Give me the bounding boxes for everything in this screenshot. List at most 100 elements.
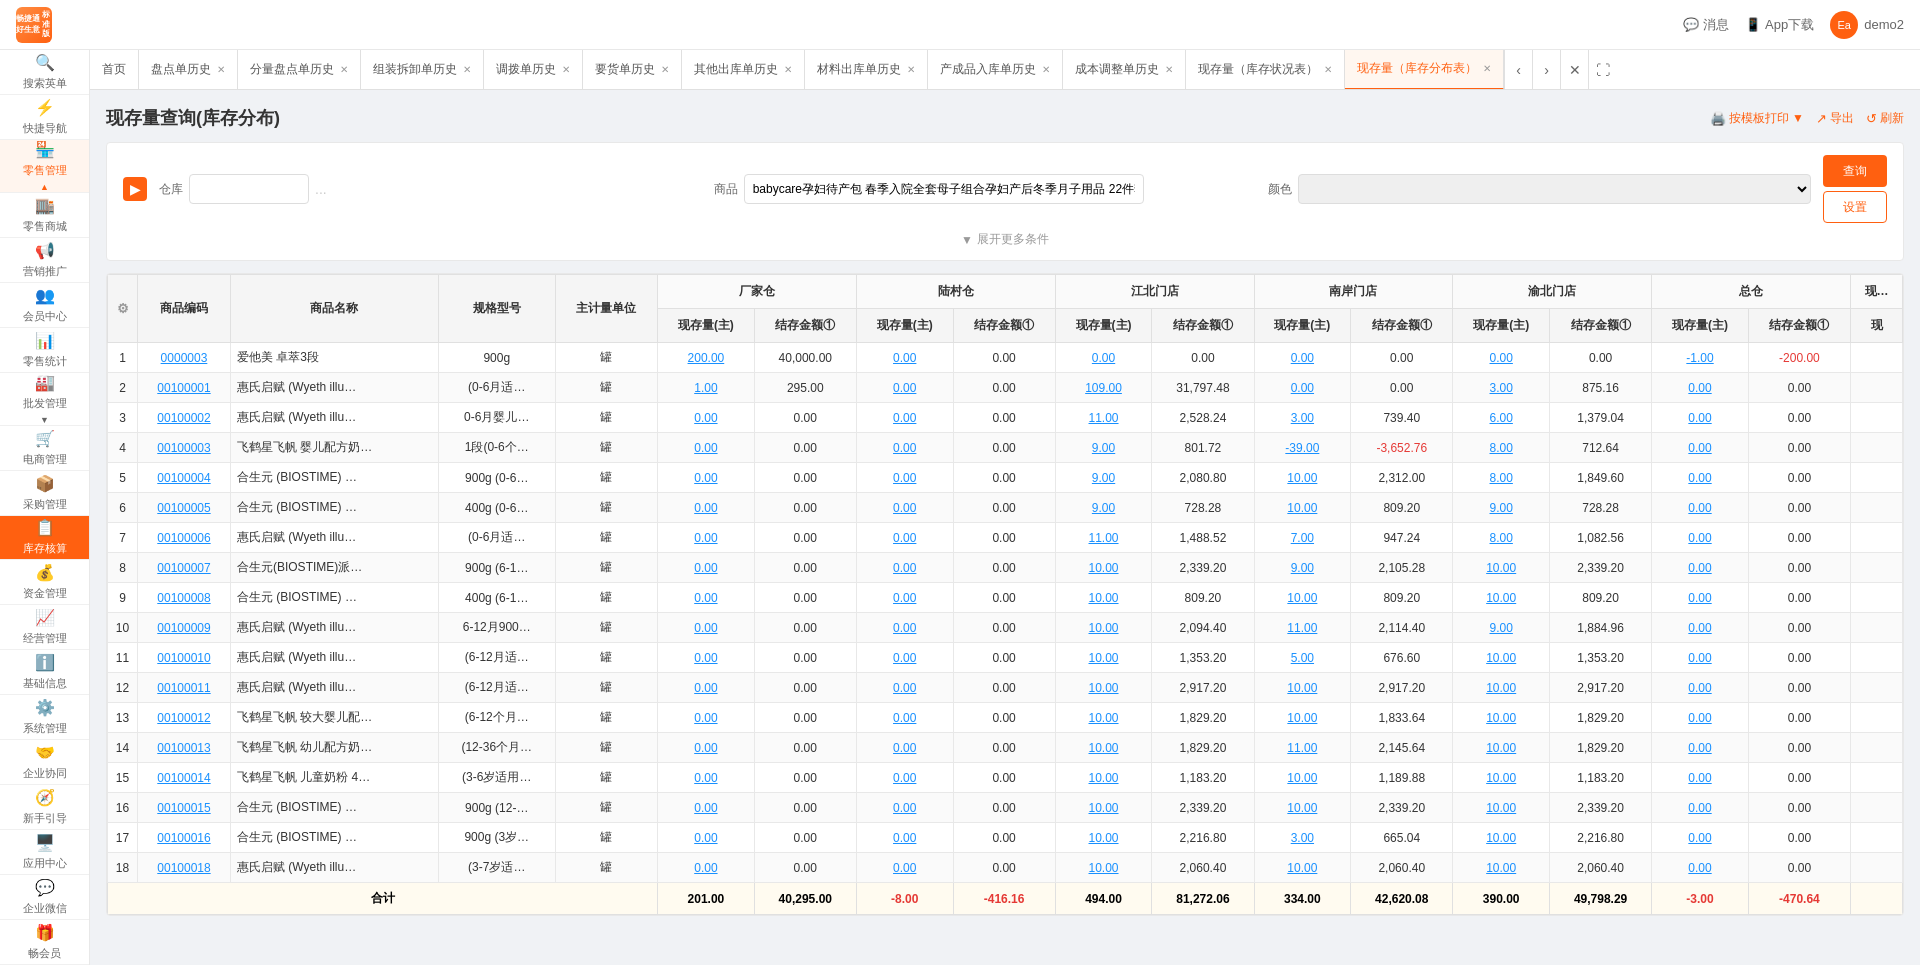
cell-total-qty[interactable]: 0.00 <box>1652 673 1749 703</box>
tab-next-btn[interactable]: › <box>1532 50 1560 90</box>
cell-nanan-qty[interactable]: 3.00 <box>1254 823 1351 853</box>
cell-nanan-qty[interactable]: 10.00 <box>1254 463 1351 493</box>
cell-lucun-qty[interactable]: 0.00 <box>856 553 953 583</box>
cell-lucun-qty[interactable]: 0.00 <box>856 793 953 823</box>
cell-factory-qty[interactable]: 0.00 <box>658 643 755 673</box>
cell-jiangbei-qty[interactable]: 10.00 <box>1055 733 1152 763</box>
cell-nanan-qty[interactable]: 7.00 <box>1254 523 1351 553</box>
tab-close-btn[interactable]: ✕ <box>1560 50 1588 90</box>
cell-total-qty[interactable]: 0.00 <box>1652 463 1749 493</box>
cell-yubei-qty[interactable]: 10.00 <box>1453 823 1550 853</box>
sidebar-item-marketing[interactable]: 📢 营销推广 <box>0 238 89 283</box>
cell-factory-qty[interactable]: 0.00 <box>658 493 755 523</box>
cell-nanan-qty[interactable]: 10.00 <box>1254 583 1351 613</box>
cell-total-qty[interactable]: -1.00 <box>1652 343 1749 373</box>
cell-lucun-qty[interactable]: 0.00 <box>856 433 953 463</box>
cell-nanan-qty[interactable]: 10.00 <box>1254 493 1351 523</box>
query-button[interactable]: 查询 <box>1823 155 1887 187</box>
cell-jiangbei-qty[interactable]: 10.00 <box>1055 613 1152 643</box>
cell-yubei-qty[interactable]: 10.00 <box>1453 853 1550 883</box>
cell-lucun-qty[interactable]: 0.00 <box>856 673 953 703</box>
cell-factory-qty[interactable]: 0.00 <box>658 613 755 643</box>
cell-total-qty[interactable]: 0.00 <box>1652 823 1749 853</box>
cell-yubei-qty[interactable]: 8.00 <box>1453 463 1550 493</box>
cell-nanan-qty[interactable]: 10.00 <box>1254 763 1351 793</box>
cell-lucun-qty[interactable]: 0.00 <box>856 523 953 553</box>
tab-chengben[interactable]: 成本调整单历史 ✕ <box>1063 50 1186 90</box>
cell-nanan-qty[interactable]: 5.00 <box>1254 643 1351 673</box>
sidebar-item-collab[interactable]: 🤝 企业协同 <box>0 740 89 785</box>
print-btn[interactable]: 🖨️ 按模板打印 ▼ <box>1710 110 1804 127</box>
close-icon[interactable]: ✕ <box>1324 64 1332 75</box>
tab-diaobo[interactable]: 调拨单历史 ✕ <box>484 50 583 90</box>
cell-code[interactable]: 00100008 <box>138 583 231 613</box>
cell-nanan-qty[interactable]: 9.00 <box>1254 553 1351 583</box>
tab-expand-btn[interactable]: ⛶ <box>1588 50 1616 90</box>
cell-total-qty[interactable]: 0.00 <box>1652 763 1749 793</box>
cell-lucun-qty[interactable]: 0.00 <box>856 343 953 373</box>
cell-jiangbei-qty[interactable]: 10.00 <box>1055 763 1152 793</box>
cell-jiangbei-qty[interactable]: 11.00 <box>1055 523 1152 553</box>
cell-yubei-qty[interactable]: 8.00 <box>1453 433 1550 463</box>
cell-total-qty[interactable]: 0.00 <box>1652 583 1749 613</box>
export-btn[interactable]: ↗ 导出 <box>1816 110 1854 127</box>
tab-pandian[interactable]: 盘点单历史 ✕ <box>139 50 238 90</box>
cell-total-qty[interactable]: 0.00 <box>1652 703 1749 733</box>
cell-lucun-qty[interactable]: 0.00 <box>856 583 953 613</box>
sidebar-item-purchase[interactable]: 📦 采购管理 <box>0 471 89 516</box>
cell-nanan-qty[interactable]: 3.00 <box>1254 403 1351 433</box>
cell-jiangbei-qty[interactable]: 10.00 <box>1055 553 1152 583</box>
close-icon[interactable]: ✕ <box>340 64 348 75</box>
cell-yubei-qty[interactable]: 10.00 <box>1453 763 1550 793</box>
cell-yubei-qty[interactable]: 8.00 <box>1453 523 1550 553</box>
cell-total-qty[interactable]: 0.00 <box>1652 523 1749 553</box>
cell-lucun-qty[interactable]: 0.00 <box>856 493 953 523</box>
close-icon[interactable]: ✕ <box>562 64 570 75</box>
cell-nanan-qty[interactable]: 11.00 <box>1254 733 1351 763</box>
close-icon[interactable]: ✕ <box>1165 64 1173 75</box>
cell-yubei-qty[interactable]: 10.00 <box>1453 583 1550 613</box>
cell-yubei-qty[interactable]: 10.00 <box>1453 733 1550 763</box>
cell-yubei-qty[interactable]: 6.00 <box>1453 403 1550 433</box>
cell-yubei-qty[interactable]: 10.00 <box>1453 703 1550 733</box>
close-icon[interactable]: ✕ <box>784 64 792 75</box>
cell-yubei-qty[interactable]: 9.00 <box>1453 493 1550 523</box>
cell-nanan-qty[interactable]: 0.00 <box>1254 373 1351 403</box>
tab-xiancun-state[interactable]: 现存量（库存状况表）✕ <box>1186 50 1345 90</box>
cell-factory-qty[interactable]: 0.00 <box>658 523 755 553</box>
tab-zuhe[interactable]: 组装拆卸单历史 ✕ <box>361 50 484 90</box>
sidebar-item-mall[interactable]: 🏬 零售商城 <box>0 193 89 238</box>
sidebar-item-finance[interactable]: 💰 资金管理 <box>0 560 89 605</box>
cell-code[interactable]: 00100001 <box>138 373 231 403</box>
cell-code[interactable]: 00100005 <box>138 493 231 523</box>
cell-factory-qty[interactable]: 0.00 <box>658 733 755 763</box>
cell-factory-qty[interactable]: 0.00 <box>658 793 755 823</box>
cell-factory-qty[interactable]: 0.00 <box>658 403 755 433</box>
cell-code[interactable]: 00100012 <box>138 703 231 733</box>
cell-code[interactable]: 00100003 <box>138 433 231 463</box>
refresh-btn[interactable]: ↺ 刷新 <box>1866 110 1904 127</box>
cell-lucun-qty[interactable]: 0.00 <box>856 733 953 763</box>
cell-nanan-qty[interactable]: 11.00 <box>1254 613 1351 643</box>
user-avatar[interactable]: Ea demo2 <box>1830 11 1904 39</box>
cell-jiangbei-qty[interactable]: 0.00 <box>1055 343 1152 373</box>
cell-factory-qty[interactable]: 0.00 <box>658 673 755 703</box>
color-select[interactable] <box>1298 174 1811 204</box>
cell-code[interactable]: 00100009 <box>138 613 231 643</box>
cell-nanan-qty[interactable]: 10.00 <box>1254 703 1351 733</box>
cell-factory-qty[interactable]: 0.00 <box>658 553 755 583</box>
cell-jiangbei-qty[interactable]: 10.00 <box>1055 853 1152 883</box>
cell-jiangbei-qty[interactable]: 11.00 <box>1055 403 1152 433</box>
sidebar-item-ops[interactable]: 📈 经营管理 <box>0 605 89 650</box>
cell-code[interactable]: 00100016 <box>138 823 231 853</box>
cell-total-qty[interactable]: 0.00 <box>1652 493 1749 523</box>
cell-nanan-qty[interactable]: 10.00 <box>1254 853 1351 883</box>
cell-jiangbei-qty[interactable]: 9.00 <box>1055 463 1152 493</box>
goods-input[interactable] <box>744 174 1144 204</box>
tab-cailiao[interactable]: 材料出库单历史 ✕ <box>805 50 928 90</box>
close-icon[interactable]: ✕ <box>1483 63 1491 74</box>
cell-lucun-qty[interactable]: 0.00 <box>856 703 953 733</box>
cell-jiangbei-qty[interactable]: 9.00 <box>1055 433 1152 463</box>
cell-total-qty[interactable]: 0.00 <box>1652 733 1749 763</box>
cell-jiangbei-qty[interactable]: 10.00 <box>1055 673 1152 703</box>
